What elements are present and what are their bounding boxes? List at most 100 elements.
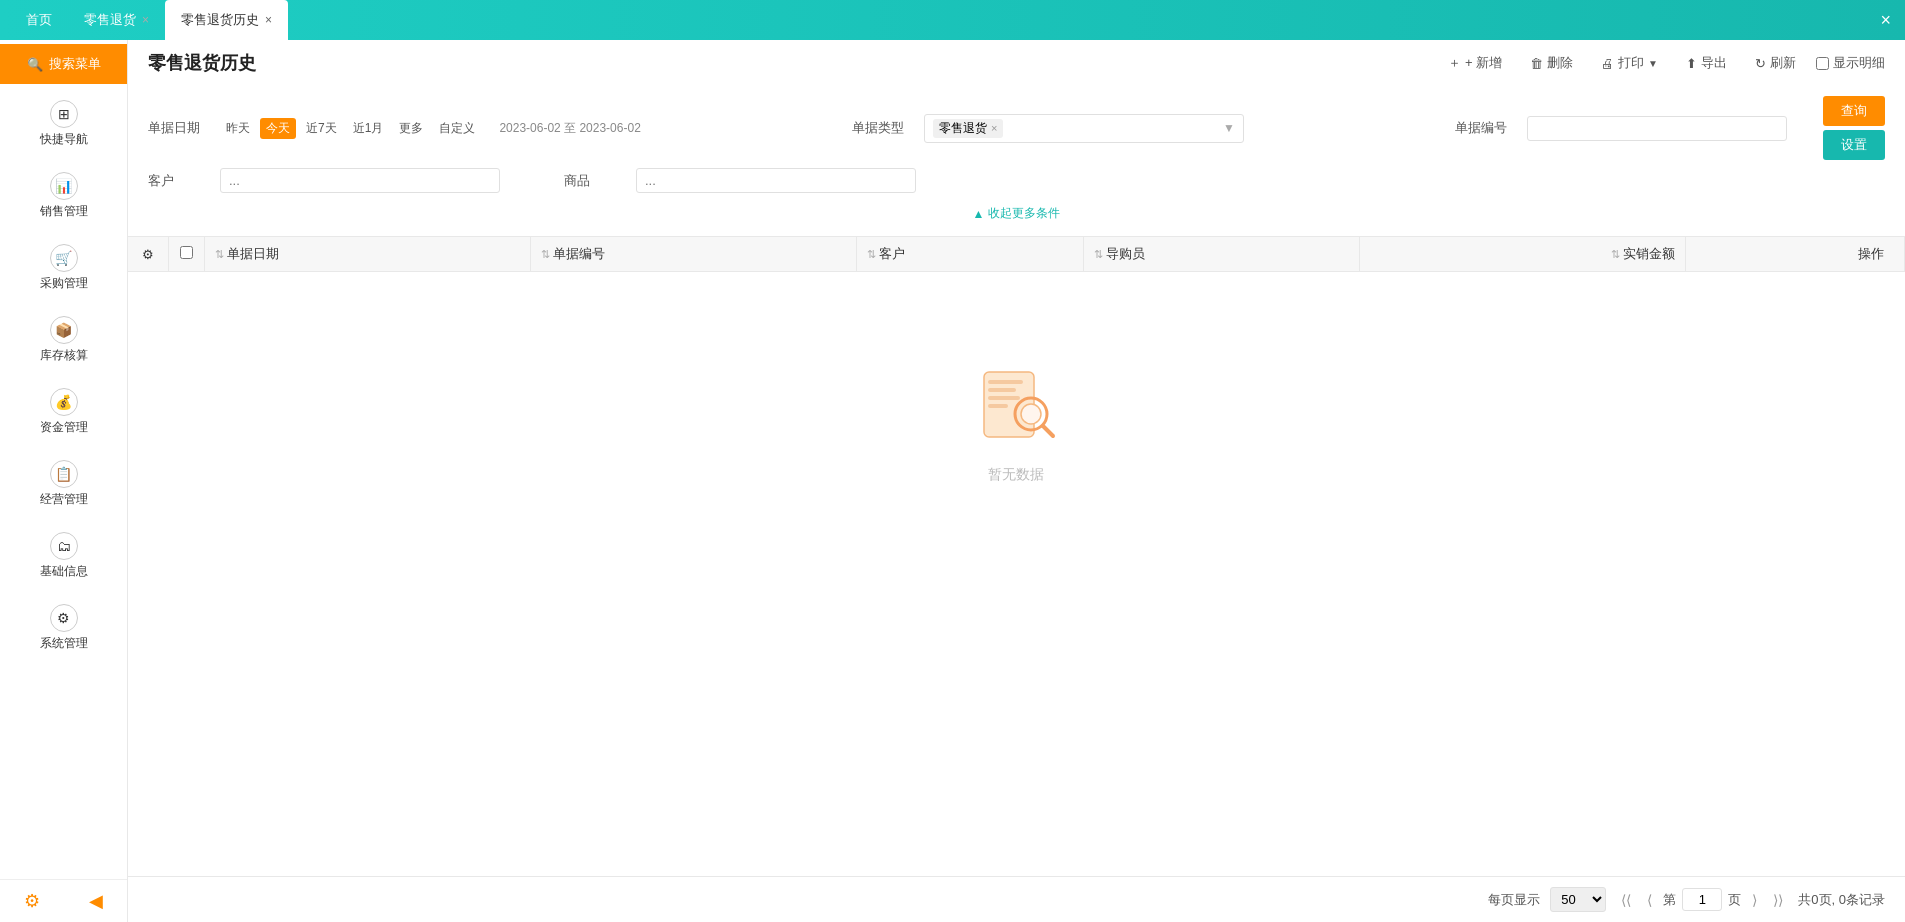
date-today[interactable]: 今天 — [260, 118, 296, 139]
voucher-type-label: 单据类型 — [852, 119, 912, 137]
print-button[interactable]: 🖨 打印 ▼ — [1593, 50, 1666, 76]
next-page-button[interactable]: ⟩ — [1747, 890, 1762, 910]
svg-rect-2 — [988, 388, 1016, 392]
filter-row-2: 客户 商品 — [148, 168, 1885, 193]
refresh-button[interactable]: ↻ 刷新 — [1747, 50, 1804, 76]
goods-label: 商品 — [564, 172, 624, 190]
query-button[interactable]: 查询 — [1823, 96, 1885, 126]
tab-retail-return-history-close[interactable]: × — [265, 13, 272, 27]
col-date[interactable]: 单据日期 — [204, 237, 530, 272]
export-button[interactable]: ⬆ 导出 — [1678, 50, 1735, 76]
col-ops: 操作 — [1686, 237, 1905, 272]
date-more[interactable]: 更多 — [393, 118, 429, 139]
empty-state-cell: 暂无数据 — [128, 272, 1905, 565]
collapse-row: ▲ 收起更多条件 — [148, 201, 1885, 226]
svg-line-7 — [1043, 426, 1053, 436]
print-icon: 🖨 — [1601, 56, 1614, 71]
goods-input[interactable] — [636, 168, 916, 193]
prev-page-button[interactable]: ⟨ — [1642, 890, 1657, 910]
sidebar-settings-icon[interactable]: ⚙ — [24, 890, 40, 912]
collapse-button[interactable]: ▲ 收起更多条件 — [961, 201, 1073, 226]
main-layout: 🔍 搜索菜单 ⊞ 快捷导航 📊 销售管理 🛒 采购管理 📦 库存核算 💰 资金管… — [0, 40, 1905, 922]
finance-icon: 💰 — [50, 388, 78, 416]
date-custom[interactable]: 自定义 — [433, 118, 481, 139]
date-range-display: 2023-06-02 至 2023-06-02 — [499, 120, 640, 137]
system-icon: ⚙ — [50, 604, 78, 632]
col-settings[interactable]: ⚙ — [128, 237, 168, 272]
tab-retail-return-close[interactable]: × — [142, 13, 149, 27]
top-bar: 首页 零售退货 × 零售退货历史 × × — [0, 0, 1905, 40]
inventory-icon: 📦 — [50, 316, 78, 344]
filter-area: 单据日期 昨天 今天 近7天 近1月 更多 自定义 2023-06-02 至 2… — [148, 86, 1885, 236]
col-customer[interactable]: 客户 — [857, 237, 1084, 272]
col-checkbox[interactable] — [168, 237, 204, 272]
empty-state-row: 暂无数据 — [128, 272, 1905, 565]
sidebar-item-quick-nav[interactable]: ⊞ 快捷导航 — [6, 90, 121, 158]
date-7days[interactable]: 近7天 — [300, 118, 343, 139]
page-title-row: 零售退货历史 ＋ + 新增 🗑 删除 🖨 打印 ▼ — [148, 50, 1885, 76]
col-number[interactable]: 单据编号 — [530, 237, 856, 272]
last-page-button[interactable]: ⟩⟩ — [1768, 890, 1788, 910]
empty-text: 暂无数据 — [988, 466, 1044, 484]
per-page-select[interactable]: 10 20 50 100 — [1550, 887, 1606, 912]
page-input[interactable] — [1682, 888, 1722, 911]
page-suffix: 页 — [1728, 891, 1741, 909]
date-label: 单据日期 — [148, 119, 208, 137]
sidebar-item-basic-info[interactable]: 🗂 基础信息 — [6, 522, 121, 590]
customer-input[interactable] — [220, 168, 500, 193]
customer-label: 客户 — [148, 172, 208, 190]
query-setting-buttons: 查询 设置 — [1823, 96, 1885, 160]
first-page-button[interactable]: ⟨⟨ — [1616, 890, 1636, 910]
date-1month[interactable]: 近1月 — [347, 118, 390, 139]
empty-icon — [966, 352, 1066, 452]
sales-icon: 📊 — [50, 172, 78, 200]
print-chevron-icon: ▼ — [1648, 58, 1658, 69]
table-header-row: ⚙ 单据日期 单据编号 客户 导购员 实销金额 操作 — [128, 237, 1905, 272]
select-all-checkbox[interactable] — [180, 246, 193, 259]
svg-point-6 — [1021, 404, 1041, 424]
sidebar-item-finance[interactable]: 💰 资金管理 — [6, 378, 121, 446]
sidebar-item-sales-mgmt[interactable]: 📊 销售管理 — [6, 162, 121, 230]
page-nav: ⟨⟨ ⟨ 第 页 ⟩ ⟩⟩ — [1616, 888, 1788, 911]
delete-icon: 🗑 — [1530, 56, 1543, 71]
sidebar-item-inventory[interactable]: 📦 库存核算 — [6, 306, 121, 374]
sidebar-search[interactable]: 🔍 搜索菜单 — [0, 44, 127, 84]
page-title: 零售退货历史 — [148, 51, 256, 75]
quick-nav-icon: ⊞ — [50, 100, 78, 128]
table-head: ⚙ 单据日期 单据编号 客户 导购员 实销金额 操作 — [128, 237, 1905, 272]
voucher-type-tag: 零售退货 × — [933, 119, 1003, 138]
date-yesterday[interactable]: 昨天 — [220, 118, 256, 139]
collapse-up-icon: ▲ — [973, 207, 985, 221]
sidebar-item-business[interactable]: 📋 经营管理 — [6, 450, 121, 518]
filter-row-1: 单据日期 昨天 今天 近7天 近1月 更多 自定义 2023-06-02 至 2… — [148, 96, 1885, 160]
tab-home[interactable]: 首页 — [10, 0, 68, 40]
delete-button[interactable]: 🗑 删除 — [1522, 50, 1581, 76]
sidebar-bottom: ⚙ ◀ — [0, 879, 127, 922]
business-icon: 📋 — [50, 460, 78, 488]
tab-retail-return-history[interactable]: 零售退货历史 × — [165, 0, 288, 40]
sidebar: 🔍 搜索菜单 ⊞ 快捷导航 📊 销售管理 🛒 采购管理 📦 库存核算 💰 资金管… — [0, 40, 128, 922]
col-amount[interactable]: 实销金额 — [1360, 237, 1686, 272]
setting-button[interactable]: 设置 — [1823, 130, 1885, 160]
search-icon: 🔍 — [27, 57, 43, 72]
svg-rect-4 — [988, 404, 1008, 408]
voucher-type-tag-close[interactable]: × — [991, 122, 997, 134]
display-detail-input[interactable] — [1816, 57, 1829, 70]
toolbar: ＋ + 新增 🗑 删除 🖨 打印 ▼ ⬆ 导出 — [1440, 50, 1885, 76]
tab-retail-return[interactable]: 零售退货 × — [68, 0, 165, 40]
sidebar-collapse-icon[interactable]: ◀ — [89, 890, 103, 912]
sidebar-item-system-mgmt[interactable]: ⚙ 系统管理 — [6, 594, 121, 662]
sidebar-item-purchase-mgmt[interactable]: 🛒 采购管理 — [6, 234, 121, 302]
voucher-number-input[interactable] — [1527, 116, 1787, 141]
per-page-label: 每页显示 — [1488, 891, 1540, 909]
voucher-type-select[interactable]: 零售退货 × ▼ — [924, 114, 1244, 143]
window-close-button[interactable]: × — [1880, 10, 1891, 31]
display-detail-checkbox[interactable]: 显示明细 — [1816, 54, 1885, 72]
pagination-bar: 每页显示 10 20 50 100 ⟨⟨ ⟨ 第 页 ⟩ ⟩⟩ 共0页, 0条记… — [128, 876, 1905, 922]
page-header: 零售退货历史 ＋ + 新增 🗑 删除 🖨 打印 ▼ — [128, 40, 1905, 237]
data-table: ⚙ 单据日期 单据编号 客户 导购员 实销金额 操作 — [128, 237, 1905, 564]
col-guide[interactable]: 导购员 — [1083, 237, 1359, 272]
voucher-type-dropdown-icon: ▼ — [1223, 121, 1235, 135]
export-icon: ⬆ — [1686, 56, 1697, 71]
new-button[interactable]: ＋ + 新增 — [1440, 50, 1510, 76]
